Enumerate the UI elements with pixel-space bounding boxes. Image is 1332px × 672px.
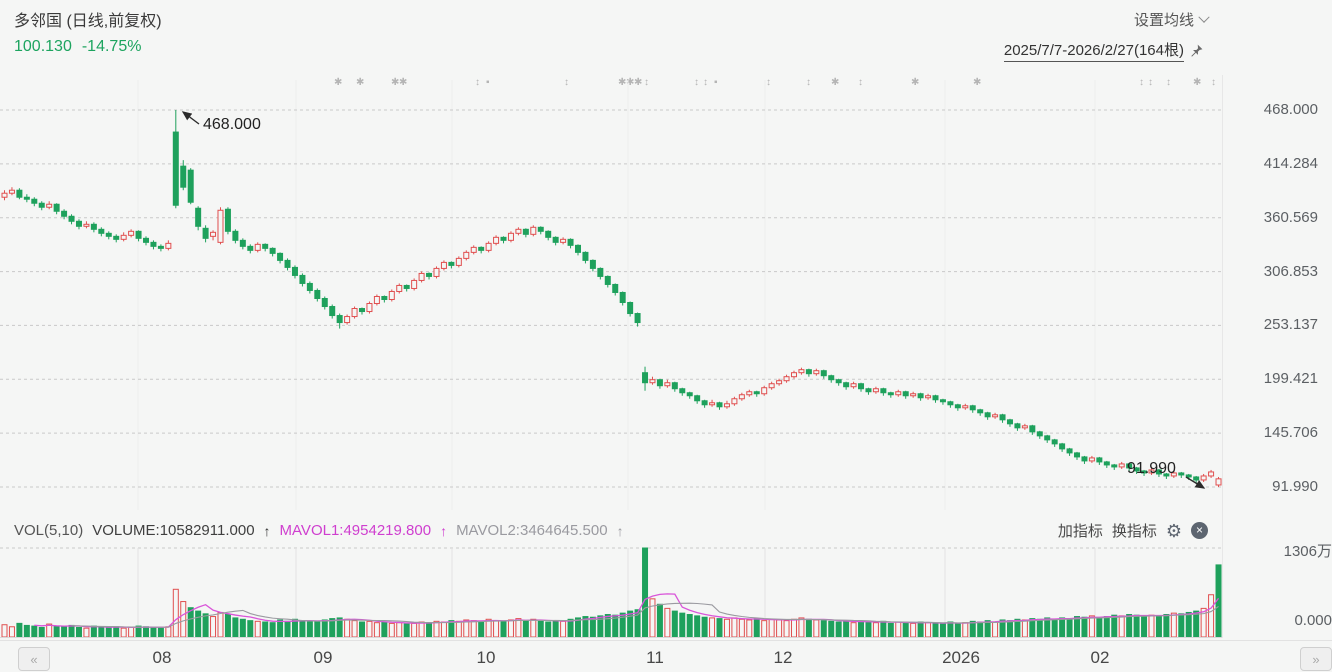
price-row: 100.130 -14.75% <box>14 38 141 56</box>
price-axis-label: 91.990 <box>1272 478 1318 495</box>
time-axis-label: 12 <box>773 648 793 667</box>
high-annotation: 468.000 <box>203 116 261 133</box>
last-price: 100.130 <box>14 38 72 55</box>
axis-separator <box>1222 75 1223 638</box>
time-axis-label: 08 <box>152 648 172 667</box>
volume-chart-canvas[interactable] <box>0 545 1222 638</box>
mavol1-value: MAVOL1:4954219.800 <box>279 522 432 539</box>
price-axis: 468.000 414.284 360.569 306.853 253.137 199.4… <box>1222 75 1332 512</box>
chevron-down-icon <box>1198 11 1210 23</box>
time-axis-label: 2026 <box>942 648 980 667</box>
price-axis-label: 306.853 <box>1263 262 1318 280</box>
price-axis-label: 199.421 <box>1263 370 1318 388</box>
gear-icon[interactable]: ⚙ <box>1166 522 1182 540</box>
price-chart-canvas[interactable] <box>0 75 1222 512</box>
volume-axis-min: 0.000 <box>1294 612 1332 629</box>
mavol1-up-arrow-icon: ↑ <box>440 522 448 539</box>
time-axis: « » 08 09 10 11 12 2026 02 <box>0 640 1332 672</box>
stock-title: 多邻国 (日线,前复权) <box>14 13 162 30</box>
ma-settings-label: 设置均线 <box>1133 12 1194 29</box>
price-axis-label: 360.569 <box>1263 208 1318 226</box>
volume-up-arrow-icon: ↑ <box>263 522 271 539</box>
volume-axis-max: 1306万 <box>1283 543 1332 560</box>
price-axis-label: 468.000 <box>1263 101 1318 118</box>
time-axis-label: 10 <box>476 648 496 667</box>
pin-icon[interactable] <box>1189 43 1204 58</box>
price-change-percent: -14.75% <box>81 38 142 55</box>
vol-indicator-name: VOL(5,10) <box>14 522 84 539</box>
time-axis-label: 11 <box>646 648 664 667</box>
time-axis-label: 09 <box>313 648 333 667</box>
scroll-left-button[interactable]: « <box>18 647 50 671</box>
volume-value: VOLUME:10582911.000 <box>92 522 255 539</box>
scroll-right-button[interactable]: » <box>1300 647 1332 671</box>
mavol2-value: MAVOL2:3464645.500 <box>456 522 608 539</box>
add-indicator-button[interactable]: 加指标 <box>1058 520 1103 541</box>
price-axis-label: 145.706 <box>1263 424 1318 442</box>
date-range-link[interactable]: 2025/7/7-2026/2/27(164根) <box>1003 39 1184 62</box>
close-icon[interactable]: × <box>1191 522 1208 539</box>
switch-indicator-button[interactable]: 换指标 <box>1112 520 1157 541</box>
price-axis-label: 253.137 <box>1263 316 1318 334</box>
ma-settings-button[interactable]: 设置均线 <box>1133 9 1210 30</box>
low-annotation: 91.990 <box>1127 460 1176 477</box>
stock-chart-app: 多邻国 (日线,前复权) 设置均线 100.130 -14.75% 2025/7/… <box>0 0 1332 672</box>
mavol2-up-arrow-icon: ↑ <box>616 522 624 539</box>
volume-indicator-header: VOL(5,10) VOLUME:10582911.000 ↑ MAVOL1:4… <box>14 522 624 539</box>
price-axis-label: 414.284 <box>1263 154 1318 172</box>
time-axis-label: 02 <box>1090 648 1110 667</box>
